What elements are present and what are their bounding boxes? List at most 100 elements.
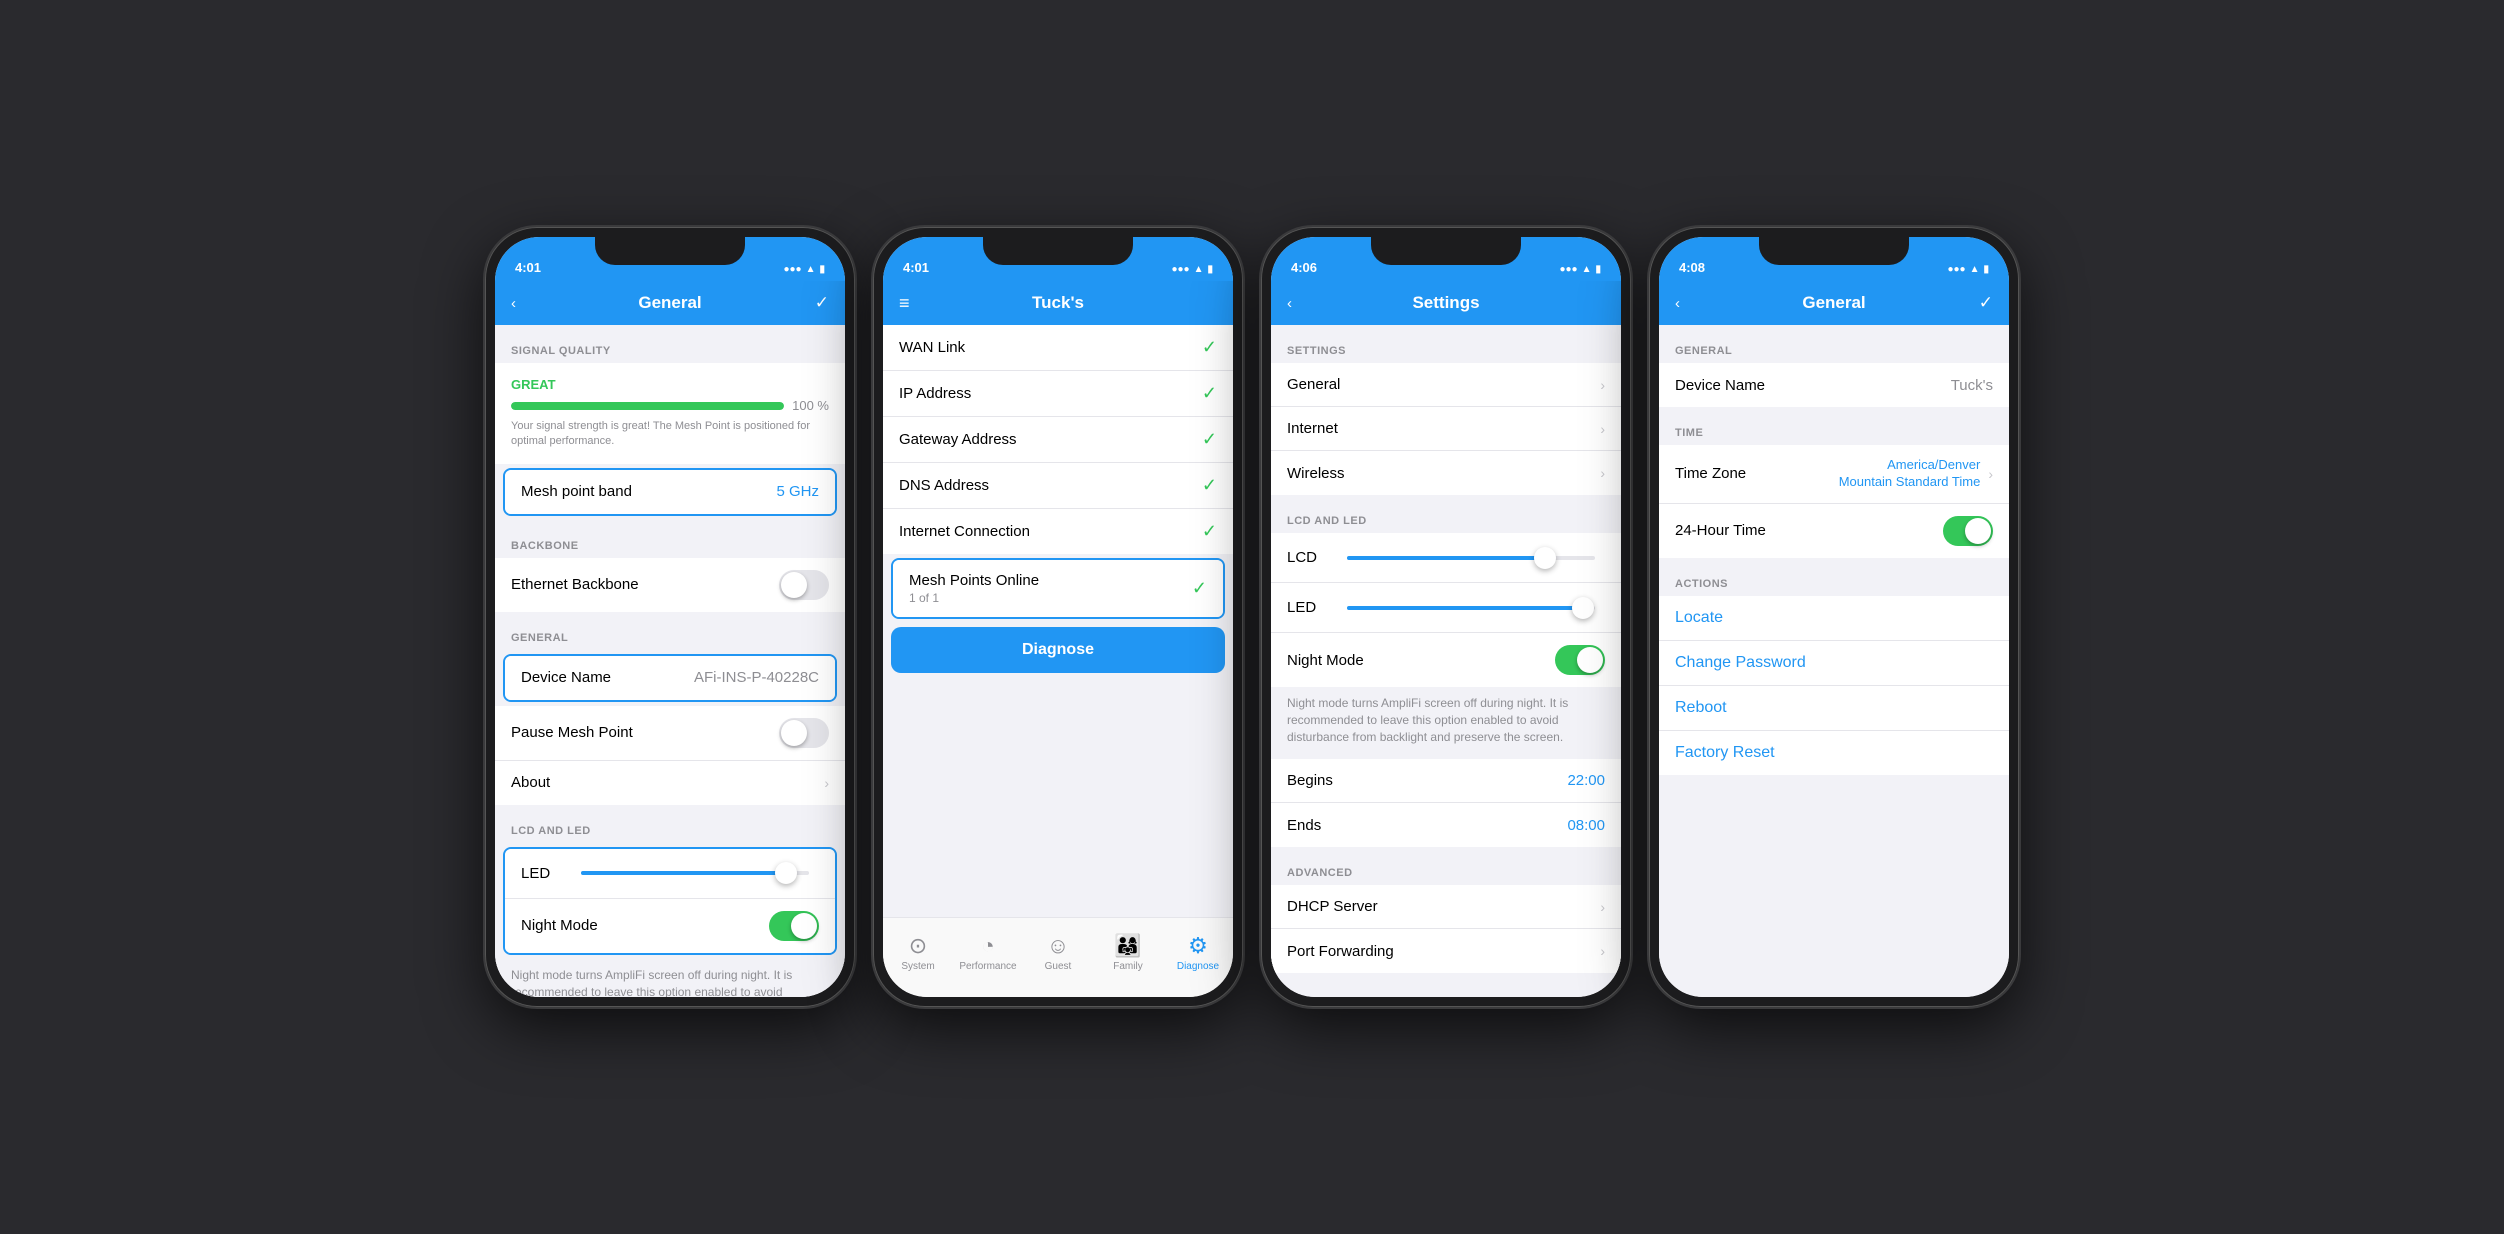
pause-mesh-toggle[interactable] bbox=[779, 718, 829, 748]
internet-connection-label: Internet Connection bbox=[899, 523, 1030, 540]
tucks-status-group: WAN Link ✓ IP Address ✓ Gateway Address … bbox=[883, 325, 1233, 554]
battery-icon: ▮ bbox=[819, 264, 825, 275]
pause-mesh-row[interactable]: Pause Mesh Point bbox=[495, 706, 845, 761]
mesh-points-check-icon: ✓ bbox=[1192, 578, 1207, 599]
about-row[interactable]: About › bbox=[495, 761, 845, 805]
ip-address-row[interactable]: IP Address ✓ bbox=[883, 371, 1233, 417]
led-slider-fill-3 bbox=[1347, 606, 1583, 610]
ends-row[interactable]: Ends 08:00 bbox=[1271, 803, 1621, 847]
tab-guest-label: Guest bbox=[1045, 961, 1072, 972]
battery-icon-4: ▮ bbox=[1983, 264, 1989, 275]
reboot-action[interactable]: Reboot bbox=[1659, 686, 2009, 731]
signal-bars-icon-2: ●●● bbox=[1171, 264, 1189, 275]
status-time-2: 4:01 bbox=[903, 260, 929, 275]
timezone-row[interactable]: Time Zone America/DenverMountain Standar… bbox=[1659, 445, 2009, 504]
back-button-3[interactable]: ‹ bbox=[1287, 295, 1292, 312]
diagnose-button[interactable]: Diagnose bbox=[891, 627, 1225, 673]
tab-system[interactable]: ⊙ System bbox=[883, 933, 953, 972]
back-button-4[interactable]: ‹ bbox=[1675, 295, 1680, 312]
tab-guest[interactable]: ☺ Guest bbox=[1023, 933, 1093, 972]
device-name-label-4: Device Name bbox=[1675, 377, 1765, 394]
nav-title-3: Settings bbox=[1412, 293, 1479, 313]
backbone-group: Ethernet Backbone bbox=[495, 558, 845, 612]
locate-action[interactable]: Locate bbox=[1659, 596, 2009, 641]
night-mode-row[interactable]: Night Mode bbox=[505, 899, 835, 953]
settings-header: SETTINGS bbox=[1271, 325, 1621, 363]
led-slider-knob[interactable] bbox=[775, 862, 797, 884]
ethernet-backbone-row[interactable]: Ethernet Backbone bbox=[495, 558, 845, 612]
ethernet-backbone-toggle[interactable] bbox=[779, 570, 829, 600]
led-slider-track bbox=[581, 871, 809, 875]
wireless-row[interactable]: Wireless › bbox=[1271, 451, 1621, 495]
hour24-toggle[interactable] bbox=[1943, 516, 1993, 546]
device-name-value: AFi-INS-P-40228C bbox=[694, 669, 819, 686]
signal-bars-icon: ●●● bbox=[783, 264, 801, 275]
chevron-left-icon-3: ‹ bbox=[1287, 295, 1292, 312]
nav-title-4: General bbox=[1802, 293, 1865, 313]
led-slider[interactable] bbox=[581, 871, 809, 875]
device-name-row-4[interactable]: Device Name Tuck's bbox=[1659, 363, 2009, 407]
wan-link-check-icon: ✓ bbox=[1202, 337, 1217, 358]
signal-quality-section: GREAT 100 % Your signal strength is grea… bbox=[495, 363, 845, 464]
internet-row[interactable]: Internet › bbox=[1271, 407, 1621, 451]
signal-great-label: GREAT bbox=[511, 377, 829, 392]
mesh-points-row[interactable]: Mesh Points Online 1 of 1 ✓ bbox=[893, 560, 1223, 617]
hamburger-button[interactable]: ≡ bbox=[899, 293, 910, 314]
content-4: GENERAL Device Name Tuck's TIME Time Zon… bbox=[1659, 325, 2009, 997]
backbone-header: BACKBONE bbox=[495, 520, 845, 558]
lcd-slider-track bbox=[1347, 556, 1595, 560]
lcd-slider[interactable] bbox=[1347, 556, 1595, 560]
night-mode-row-3[interactable]: Night Mode bbox=[1271, 633, 1621, 687]
mesh-band-row[interactable]: Mesh point band 5 GHz bbox=[505, 470, 835, 514]
port-forwarding-row[interactable]: Port Forwarding › bbox=[1271, 929, 1621, 973]
begins-row[interactable]: Begins 22:00 bbox=[1271, 759, 1621, 803]
advanced-header: ADVANCED bbox=[1271, 847, 1621, 885]
mesh-points-sub: 1 of 1 bbox=[909, 591, 1039, 605]
signal-desc: Your signal strength is great! The Mesh … bbox=[511, 419, 829, 450]
factory-reset-action[interactable]: Factory Reset bbox=[1659, 731, 2009, 775]
scroll-content-4[interactable]: GENERAL Device Name Tuck's TIME Time Zon… bbox=[1659, 325, 2009, 997]
scroll-content-2[interactable]: WAN Link ✓ IP Address ✓ Gateway Address … bbox=[883, 325, 1233, 917]
signal-bar-container: 100 % bbox=[511, 398, 829, 413]
lcd-slider-row[interactable]: LCD bbox=[1271, 533, 1621, 583]
chevron-port-icon: › bbox=[1600, 943, 1605, 959]
tab-system-label: System bbox=[901, 961, 934, 972]
chevron-wireless-icon: › bbox=[1600, 465, 1605, 481]
led-slider-row-3[interactable]: LED bbox=[1271, 583, 1621, 633]
dns-address-row[interactable]: DNS Address ✓ bbox=[883, 463, 1233, 509]
notch-3 bbox=[1371, 237, 1521, 265]
lcd-led-header: LCD AND LED bbox=[495, 805, 845, 843]
general-settings-row[interactable]: General › bbox=[1271, 363, 1621, 407]
save-check-button-1[interactable]: ✓ bbox=[815, 293, 829, 313]
scroll-content-3[interactable]: SETTINGS General › Internet › Wireless › bbox=[1271, 325, 1621, 997]
night-mode-toggle-3[interactable] bbox=[1555, 645, 1605, 675]
led-slider-3[interactable] bbox=[1347, 606, 1595, 610]
change-password-action[interactable]: Change Password bbox=[1659, 641, 2009, 686]
save-check-button-4[interactable]: ✓ bbox=[1979, 293, 1993, 313]
gateway-address-row[interactable]: Gateway Address ✓ bbox=[883, 417, 1233, 463]
wan-link-row[interactable]: WAN Link ✓ bbox=[883, 325, 1233, 371]
nav-bar-2: ≡ Tuck's bbox=[883, 281, 1233, 325]
device-name-row[interactable]: Device Name AFi-INS-P-40228C bbox=[505, 656, 835, 700]
wifi-icon-2: ▲ bbox=[1194, 264, 1204, 275]
internet-connection-row[interactable]: Internet Connection ✓ bbox=[883, 509, 1233, 554]
tab-performance[interactable]: ◔ Performance bbox=[953, 933, 1023, 972]
lcd-slider-knob[interactable] bbox=[1534, 547, 1556, 569]
device-name-label: Device Name bbox=[521, 669, 611, 686]
led-slider-knob-3[interactable] bbox=[1572, 597, 1594, 619]
tab-family[interactable]: 👨‍👩‍👧 Family bbox=[1093, 933, 1163, 972]
content-2: WAN Link ✓ IP Address ✓ Gateway Address … bbox=[883, 325, 1233, 917]
led-slider-row[interactable]: LED bbox=[505, 849, 835, 899]
scroll-content-1[interactable]: SIGNAL QUALITY GREAT 100 % Your signal s… bbox=[495, 325, 845, 997]
night-mode-toggle[interactable] bbox=[769, 911, 819, 941]
tab-diagnose[interactable]: ⚙ Diagnose bbox=[1163, 933, 1233, 972]
chevron-dhcp-icon: › bbox=[1600, 899, 1605, 915]
back-button-1[interactable]: ‹ bbox=[511, 295, 516, 312]
hour24-row[interactable]: 24-Hour Time bbox=[1659, 504, 2009, 558]
actions-group: Locate Change Password Reboot Factory Re… bbox=[1659, 596, 2009, 775]
dhcp-row[interactable]: DHCP Server › bbox=[1271, 885, 1621, 929]
timezone-label: Time Zone bbox=[1675, 465, 1746, 482]
dns-check-icon: ✓ bbox=[1202, 475, 1217, 496]
notch-2 bbox=[983, 237, 1133, 265]
dns-address-label: DNS Address bbox=[899, 477, 989, 494]
